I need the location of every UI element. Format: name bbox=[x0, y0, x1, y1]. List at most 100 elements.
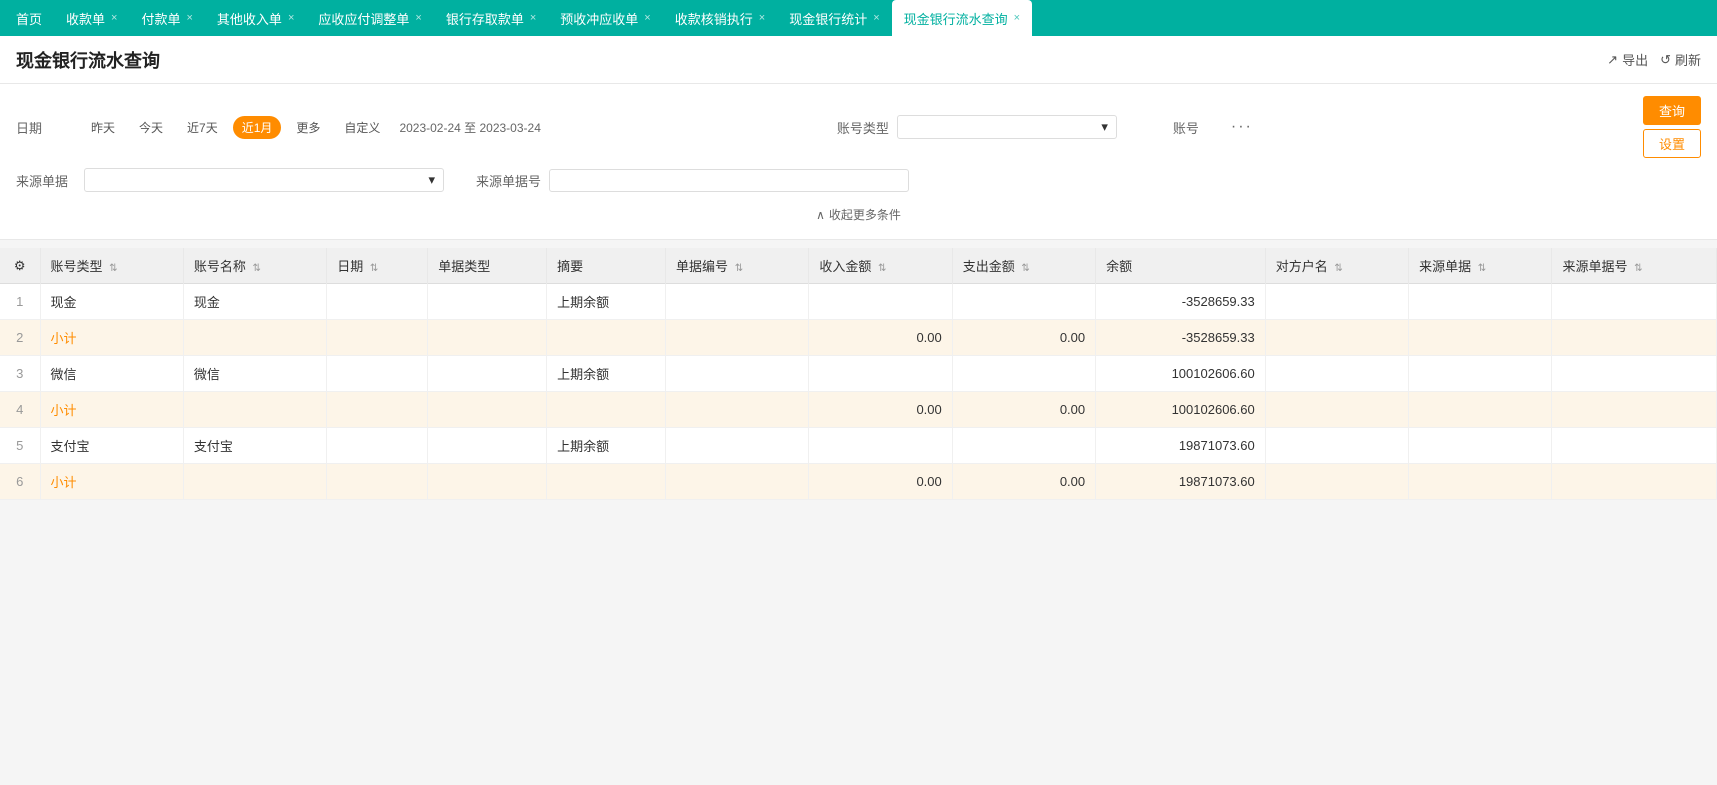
table-cell: 0.00 bbox=[952, 392, 1095, 428]
nav-adjustment[interactable]: 应收应付调整单 × bbox=[306, 0, 433, 36]
table-cell bbox=[666, 320, 809, 356]
table-cell bbox=[547, 464, 666, 500]
sort-icon[interactable]: ⇅ bbox=[735, 263, 743, 274]
table-cell bbox=[428, 428, 547, 464]
col-account-type: 账号类型 ⇅ bbox=[40, 248, 183, 284]
table-cell bbox=[1409, 320, 1552, 356]
date-btn-1month[interactable]: 近1月 bbox=[233, 116, 282, 139]
table-cell: 上期余额 bbox=[547, 428, 666, 464]
close-icon[interactable]: × bbox=[186, 12, 192, 24]
filter-area: 日期 昨天 今天 近7天 近1月 更多 自定义 2023-02-24 至 202… bbox=[0, 84, 1717, 240]
source-doc-num-input[interactable] bbox=[549, 169, 909, 192]
nav-other-income[interactable]: 其他收入单 × bbox=[205, 0, 306, 36]
refresh-button[interactable]: ↺ 刷新 bbox=[1660, 50, 1701, 69]
sort-icon[interactable]: ⇅ bbox=[1634, 263, 1642, 274]
nav-advance-offset[interactable]: 预收冲应收单 × bbox=[548, 0, 662, 36]
collapse-bar[interactable]: ∧ 收起更多条件 bbox=[16, 202, 1701, 227]
sort-icon[interactable]: ⇅ bbox=[370, 263, 378, 274]
col-source-doc: 来源单据 ⇅ bbox=[1409, 248, 1552, 284]
page-title: 现金银行流水查询 bbox=[16, 47, 160, 73]
table-cell bbox=[1409, 428, 1552, 464]
table-cell: 现金 bbox=[183, 284, 326, 320]
settings-button[interactable]: 设置 bbox=[1643, 129, 1701, 158]
col-summary: 摘要 bbox=[547, 248, 666, 284]
date-btn-custom[interactable]: 自定义 bbox=[335, 116, 389, 139]
nav-receipt-verify[interactable]: 收款核销执行 × bbox=[663, 0, 777, 36]
table-cell bbox=[1265, 320, 1408, 356]
table-cell bbox=[327, 320, 428, 356]
source-doc-num-label: 来源单据号 bbox=[476, 171, 541, 190]
source-doc-select[interactable]: ▾ bbox=[84, 168, 444, 192]
col-gear[interactable]: ⚙ bbox=[0, 248, 40, 284]
export-button[interactable]: ↗ 导出 bbox=[1607, 50, 1648, 69]
col-balance: 余额 bbox=[1096, 248, 1266, 284]
table-cell: 小计 bbox=[40, 392, 183, 428]
table-cell: 19871073.60 bbox=[1096, 464, 1266, 500]
table-cell bbox=[547, 320, 666, 356]
account-label: 账号 bbox=[1173, 118, 1223, 137]
table-cell: 小计 bbox=[40, 464, 183, 500]
account-type-select[interactable]: ▾ bbox=[897, 115, 1117, 139]
close-icon[interactable]: × bbox=[1014, 12, 1020, 24]
table-cell bbox=[809, 356, 952, 392]
date-filter-label: 日期 bbox=[16, 118, 66, 137]
close-icon[interactable]: × bbox=[111, 12, 117, 24]
table-cell bbox=[327, 428, 428, 464]
table-cell: 支付宝 bbox=[40, 428, 183, 464]
col-account-name: 账号名称 ⇅ bbox=[183, 248, 326, 284]
table-cell: 19871073.60 bbox=[1096, 428, 1266, 464]
table-cell bbox=[1552, 392, 1717, 428]
close-icon[interactable]: × bbox=[873, 12, 879, 24]
sort-icon[interactable]: ⇅ bbox=[878, 263, 886, 274]
date-btn-more[interactable]: 更多 bbox=[287, 116, 329, 139]
close-icon[interactable]: × bbox=[644, 12, 650, 24]
table-cell bbox=[1552, 356, 1717, 392]
table-cell bbox=[428, 356, 547, 392]
date-btn-yesterday[interactable]: 昨天 bbox=[82, 116, 124, 139]
table-cell: 上期余额 bbox=[547, 284, 666, 320]
col-doc-type: 单据类型 bbox=[428, 248, 547, 284]
chevron-down-icon: ▾ bbox=[1101, 119, 1108, 135]
chevron-up-icon: ∧ bbox=[816, 208, 825, 222]
table-cell bbox=[183, 320, 326, 356]
nav-cash-flow[interactable]: 现金银行流水查询 × bbox=[892, 0, 1032, 36]
sort-icon[interactable]: ⇅ bbox=[1478, 263, 1486, 274]
table-cell: 现金 bbox=[40, 284, 183, 320]
sort-icon[interactable]: ⇅ bbox=[1021, 263, 1029, 274]
table-cell: 微信 bbox=[40, 356, 183, 392]
gear-icon[interactable]: ⚙ bbox=[14, 258, 26, 273]
date-btn-7days[interactable]: 近7天 bbox=[178, 116, 227, 139]
col-doc-num: 单据编号 ⇅ bbox=[666, 248, 809, 284]
col-income: 收入金额 ⇅ bbox=[809, 248, 952, 284]
close-icon[interactable]: × bbox=[759, 12, 765, 24]
sort-icon[interactable]: ⇅ bbox=[109, 263, 117, 274]
table-cell: 100102606.60 bbox=[1096, 392, 1266, 428]
search-button[interactable]: 查询 bbox=[1643, 96, 1701, 125]
close-icon[interactable]: × bbox=[530, 12, 536, 24]
table-cell bbox=[428, 392, 547, 428]
nav-bank-withdraw[interactable]: 银行存取款单 × bbox=[434, 0, 548, 36]
sort-icon[interactable]: ⇅ bbox=[253, 263, 261, 274]
close-icon[interactable]: × bbox=[288, 12, 294, 24]
nav-payments[interactable]: 付款单 × bbox=[129, 0, 204, 36]
close-icon[interactable]: × bbox=[415, 12, 421, 24]
table-header-row: ⚙ 账号类型 ⇅ 账号名称 ⇅ 日期 ⇅ 单据类型 摘要 bbox=[0, 248, 1717, 284]
table-cell: 100102606.60 bbox=[1096, 356, 1266, 392]
table-cell bbox=[809, 428, 952, 464]
account-dots-button[interactable]: ··· bbox=[1231, 118, 1253, 136]
nav-receipts[interactable]: 收款单 × bbox=[54, 0, 129, 36]
sort-icon[interactable]: ⇅ bbox=[1334, 263, 1342, 274]
table-cell: 1 bbox=[0, 284, 40, 320]
nav-cash-stats[interactable]: 现金银行统计 × bbox=[777, 0, 891, 36]
table-cell bbox=[1265, 392, 1408, 428]
nav-home[interactable]: 首页 bbox=[4, 0, 54, 36]
table-cell bbox=[1409, 464, 1552, 500]
table-cell bbox=[666, 356, 809, 392]
table-row: 5支付宝支付宝上期余额19871073.60 bbox=[0, 428, 1717, 464]
date-btn-today[interactable]: 今天 bbox=[130, 116, 172, 139]
data-table: ⚙ 账号类型 ⇅ 账号名称 ⇅ 日期 ⇅ 单据类型 摘要 bbox=[0, 248, 1717, 500]
source-doc-label: 来源单据 bbox=[16, 171, 68, 190]
table-cell: 5 bbox=[0, 428, 40, 464]
table-cell: 0.00 bbox=[952, 320, 1095, 356]
table-cell bbox=[666, 284, 809, 320]
